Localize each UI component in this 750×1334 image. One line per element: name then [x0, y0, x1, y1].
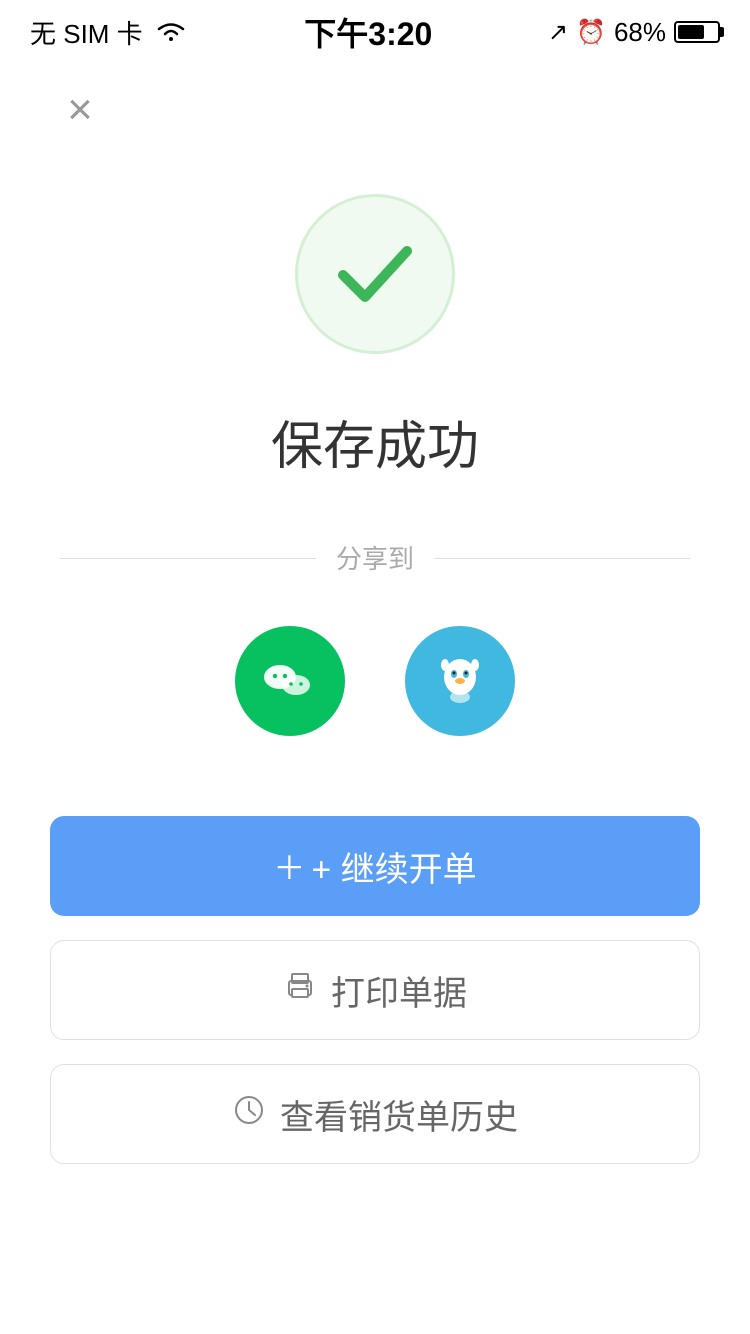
share-section: 分享到 [0, 539, 750, 576]
action-buttons: ＋ + 继续开单 打印单据 查看销货单历 [0, 816, 750, 1164]
sim-text: 无 SIM 卡 [30, 14, 143, 51]
close-icon: × [67, 88, 93, 132]
qq-icon [428, 649, 492, 713]
qq-share-button[interactable] [405, 626, 515, 736]
printer-icon [283, 969, 317, 1011]
close-button[interactable]: × [50, 80, 110, 140]
plus-icon: ＋ [273, 843, 305, 889]
checkmark-icon [335, 239, 415, 309]
share-icons [235, 626, 515, 736]
history-button[interactable]: 查看销货单历史 [50, 1064, 700, 1164]
status-bar: 无 SIM 卡 下午3:20 ↗ ⏰ 68% [0, 0, 750, 64]
status-left: 无 SIM 卡 [30, 14, 189, 51]
wechat-icon [258, 649, 322, 713]
wifi-icon [153, 19, 189, 45]
status-right: ↗ ⏰ 68% [548, 17, 720, 48]
success-title: 保存成功 [271, 404, 479, 479]
print-label: 打印单据 [331, 966, 467, 1015]
share-label: 分享到 [316, 539, 434, 576]
success-circle [295, 194, 455, 354]
continue-button[interactable]: ＋ + 继续开单 [50, 816, 700, 916]
main-content: 保存成功 分享到 [0, 64, 750, 1164]
alarm-icon: ⏰ [576, 18, 606, 47]
battery-icon [674, 21, 720, 43]
location-icon: ↗ [548, 18, 568, 47]
history-label: 查看销货单历史 [280, 1090, 518, 1139]
wechat-share-button[interactable] [235, 626, 345, 736]
print-button[interactable]: 打印单据 [50, 940, 700, 1040]
clock-icon [232, 1093, 266, 1135]
continue-label: + 继续开单 [311, 842, 476, 891]
battery-percent: 68% [614, 17, 666, 48]
status-time: 下午3:20 [304, 9, 432, 55]
